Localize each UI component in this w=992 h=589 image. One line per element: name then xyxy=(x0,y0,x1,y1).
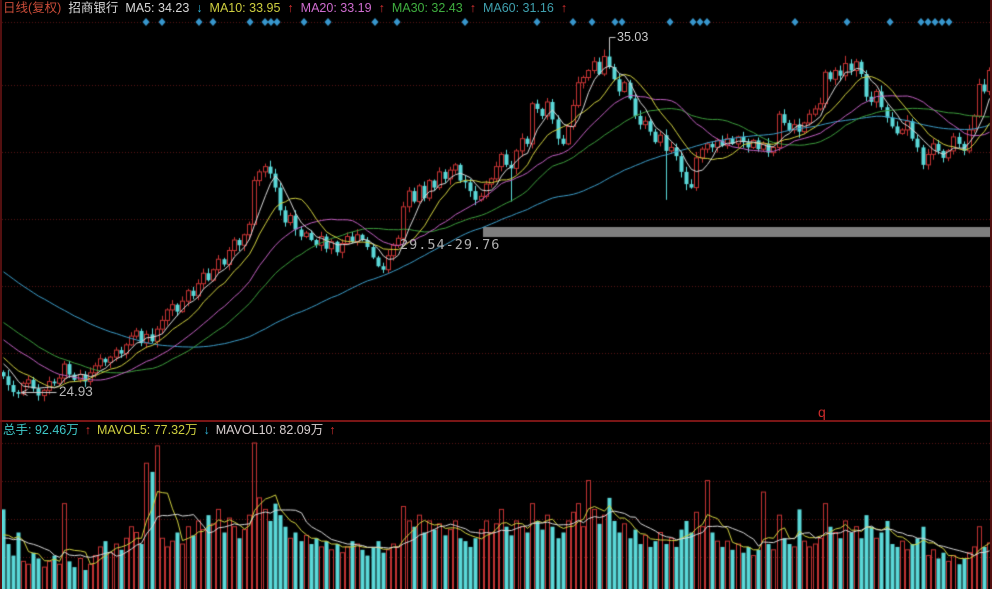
ma30-readout: MA30: 32.43 xyxy=(392,1,463,16)
low-price-annotation: 24.93 xyxy=(59,384,93,399)
ma10-trend-arrow-icon: ↑ xyxy=(287,1,293,16)
mavol5-trend-arrow-icon: ↓ xyxy=(204,423,210,438)
mavol5-readout: MAVOL5: 77.32万 xyxy=(97,423,198,438)
total-volume-readout: 总手: 92.46万 xyxy=(3,423,79,438)
mavol10-trend-arrow-icon: ↑ xyxy=(329,423,335,438)
volume-trend-arrow-icon: ↑ xyxy=(85,423,91,438)
mavol10-readout: MAVOL10: 82.09万 xyxy=(216,423,323,438)
high-price-annotation: 35.03 xyxy=(617,30,648,44)
window-left-border xyxy=(0,0,2,589)
gap-range-label: 29.54-29.76 xyxy=(400,237,500,253)
period-label[interactable]: 日线(复权) xyxy=(3,1,61,16)
ma20-trend-arrow-icon: ↑ xyxy=(379,1,385,16)
ma5-trend-arrow-icon: ↓ xyxy=(196,1,202,16)
price-volume-chart-canvas[interactable] xyxy=(0,0,992,589)
ma10-readout: MA10: 33.95 xyxy=(210,1,281,16)
volume-pane-header: 总手: 92.46万 ↑ MAVOL5: 77.32万 ↓ MAVOL10: 8… xyxy=(3,423,335,438)
stock-chart-window: 日线(复权) 招商银行 MA5: 34.23 ↓ MA10: 33.95 ↑ M… xyxy=(0,0,992,589)
q-event-marker: q xyxy=(818,404,826,420)
stock-name[interactable]: 招商银行 xyxy=(68,1,118,16)
main-chart-header: 日线(复权) 招商银行 MA5: 34.23 ↓ MA10: 33.95 ↑ M… xyxy=(3,1,567,16)
pane-divider-line xyxy=(0,420,992,422)
ma60-trend-arrow-icon: ↑ xyxy=(561,1,567,16)
ma5-readout: MA5: 34.23 xyxy=(125,1,189,16)
ma60-readout: MA60: 31.16 xyxy=(483,1,554,16)
ma30-trend-arrow-icon: ↑ xyxy=(470,1,476,16)
ma20-readout: MA20: 33.19 xyxy=(301,1,372,16)
